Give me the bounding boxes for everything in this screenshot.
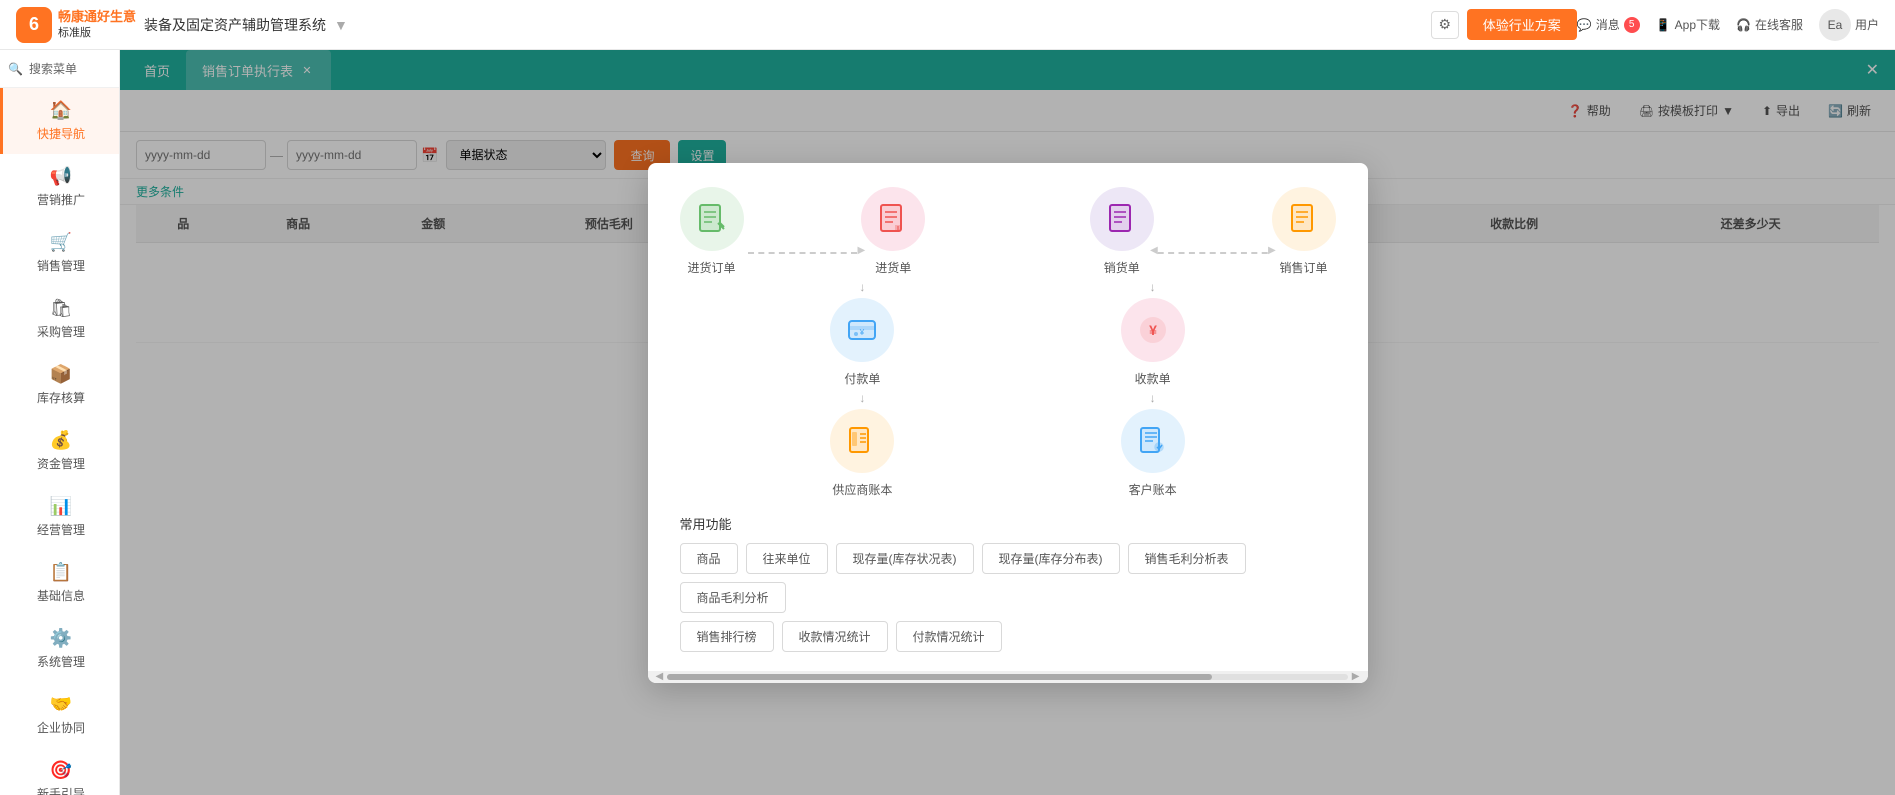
operation-icon: 📊 [50, 496, 72, 517]
flow-node-sales-order[interactable]: 销售订单 [1272, 187, 1336, 276]
sales-order-circle[interactable] [1272, 187, 1336, 251]
sales-icon: 🛒 [50, 232, 72, 253]
content-area: 首页 销售订单执行表 ✕ ✕ ❓ 帮助 🖨 按模板打印 ▼ ⬆ 导出 [120, 50, 1895, 795]
sidebar-item-system[interactable]: ⚙️ 系统管理 [0, 616, 119, 682]
flow-node-purchase-bill[interactable]: 进货单 [861, 187, 925, 276]
message-button[interactable]: 💬 消息 5 [1577, 16, 1640, 33]
payment-circle[interactable]: ¥ [830, 298, 894, 362]
svg-text:¥: ¥ [1149, 322, 1157, 338]
scroll-left-button[interactable]: ◀ [652, 671, 668, 682]
purchase-icon: 🛍 [50, 298, 73, 319]
sidebar-item-quick-nav[interactable]: 🏠 快捷导航 [0, 88, 119, 154]
sales-bill-circle[interactable] [1090, 187, 1154, 251]
func-btn-stock-dist[interactable]: 现存量(库存分布表) [982, 543, 1120, 574]
func-btn-counterpart[interactable]: 往来单位 [746, 543, 828, 574]
scrollbar-track[interactable] [667, 674, 1348, 680]
top-header: 6 畅康通好生意 标准版 装备及固定资产辅助管理系统 ▼ ⚙ 体验行业方案 💬 … [0, 0, 1895, 50]
scroll-right-button[interactable]: ▶ [1348, 671, 1364, 682]
download-icon: 📱 [1656, 18, 1671, 32]
arrow-down-payment: ↓ [830, 391, 894, 405]
func-btn-sales-profit[interactable]: 销售毛利分析表 [1128, 543, 1246, 574]
settings-button[interactable]: ⚙ [1431, 11, 1459, 39]
arrow-down-receipt: ↓ [1121, 391, 1185, 405]
search-icon: 🔍 [8, 62, 23, 76]
customer-ledger-circle[interactable] [1121, 409, 1185, 473]
overlay[interactable]: 进货订单 进货单 [120, 50, 1895, 795]
logo-area: 6 畅康通好生意 标准版 [16, 7, 136, 43]
message-badge: 5 [1624, 17, 1640, 33]
message-icon: 💬 [1577, 18, 1592, 32]
flow-node-sales-bill[interactable]: 销货单 [1090, 187, 1154, 276]
guide-modal-content: 进货订单 进货单 [648, 163, 1368, 671]
svg-text:¥: ¥ [859, 328, 865, 337]
func-btn-sales-ranking[interactable]: 销售排行榜 [680, 621, 774, 652]
flow-node-receipt[interactable]: ¥ 收款单 [1121, 298, 1185, 387]
modal-scrollbar: ◀ ▶ [648, 671, 1368, 683]
system-icon: ⚙️ [50, 628, 72, 649]
sidebar-item-inventory[interactable]: 📦 库存核算 [0, 352, 119, 418]
trial-button[interactable]: 体验行业方案 [1467, 9, 1577, 40]
flow-node-purchase-order[interactable]: 进货订单 [680, 187, 744, 276]
flow-node-supplier-ledger[interactable]: 供应商账本 [830, 409, 894, 498]
func-btn-receipt-stats[interactable]: 收款情况统计 [782, 621, 888, 652]
sidebar-item-enterprise[interactable]: 🤝 企业协同 [0, 682, 119, 748]
sidebar-item-marketing[interactable]: 📢 营销推广 [0, 154, 119, 220]
arrow-sales-order-to-bill [1158, 252, 1268, 254]
finance-icon: 💰 [50, 430, 72, 451]
arrow-purchase-order-to-bill [748, 252, 858, 254]
app-download-button[interactable]: 📱 App下载 [1656, 16, 1720, 33]
sidebar-item-newbie[interactable]: 🎯 新手引导 [0, 748, 119, 795]
arrow-down-purchase: ↓ [830, 280, 894, 294]
function-btns-row2: 销售排行榜 收款情况统计 付款情况统计 [680, 621, 1336, 652]
user-menu-button[interactable]: Ea 用户 [1819, 9, 1879, 41]
logo-text: 畅康通好生意 标准版 [58, 9, 136, 40]
func-btn-product-profit[interactable]: 商品毛利分析 [680, 582, 786, 613]
purchase-bill-circle[interactable] [861, 187, 925, 251]
avatar: Ea [1819, 9, 1851, 41]
enterprise-icon: 🤝 [50, 694, 72, 715]
func-btn-product[interactable]: 商品 [680, 543, 738, 574]
purchase-order-circle[interactable] [680, 187, 744, 251]
arrow-down-sales: ↓ [1121, 280, 1185, 294]
func-btn-stock-status[interactable]: 现存量(库存状况表) [836, 543, 974, 574]
main-layout: 🔍 搜索菜单 🏠 快捷导航 📢 营销推广 🛒 销售管理 🛍 采购管理 📦 库存核… [0, 50, 1895, 795]
sidebar-item-finance[interactable]: 💰 资金管理 [0, 418, 119, 484]
sidebar-item-sales[interactable]: 🛒 销售管理 [0, 220, 119, 286]
func-btn-payment-stats[interactable]: 付款情况统计 [896, 621, 1002, 652]
inventory-icon: 📦 [50, 364, 72, 385]
sidebar-item-operation[interactable]: 📊 经营管理 [0, 484, 119, 550]
sidebar: 🔍 搜索菜单 🏠 快捷导航 📢 营销推广 🛒 销售管理 🛍 采购管理 📦 库存核… [0, 50, 120, 795]
flow-node-payment[interactable]: ¥ 付款单 [830, 298, 894, 387]
guide-modal: 进货订单 进货单 [648, 163, 1368, 683]
newbie-icon: 🎯 [50, 760, 72, 781]
logo-icon: 6 [16, 7, 52, 43]
system-title: 装备及固定资产辅助管理系统 ▼ [144, 15, 1431, 35]
sidebar-item-basic[interactable]: 📋 基础信息 [0, 550, 119, 616]
marketing-icon: 📢 [50, 166, 72, 187]
receipt-circle[interactable]: ¥ [1121, 298, 1185, 362]
sidebar-item-purchase[interactable]: 🛍 采购管理 [0, 286, 119, 352]
header-right: 💬 消息 5 📱 App下载 🎧 在线客服 Ea 用户 [1577, 9, 1879, 41]
online-service-button[interactable]: 🎧 在线客服 [1736, 16, 1803, 33]
scrollbar-thumb[interactable] [667, 674, 1211, 680]
flow-node-customer-ledger[interactable]: 客户账本 [1121, 409, 1185, 498]
function-btns-row1: 商品 往来单位 现存量(库存状况表) 现存量(库存分布表) 销售毛利分析表 商品… [680, 543, 1336, 613]
common-functions-title: 常用功能 [680, 514, 1336, 533]
search-menu-button[interactable]: 🔍 搜索菜单 [0, 50, 119, 88]
home-icon: 🏠 [50, 100, 72, 121]
supplier-ledger-circle[interactable] [830, 409, 894, 473]
basic-icon: 📋 [50, 562, 72, 583]
dropdown-arrow-icon[interactable]: ▼ [334, 17, 348, 33]
common-functions: 常用功能 商品 往来单位 现存量(库存状况表) 现存量(库存分布表) 销售毛利分… [680, 514, 1336, 652]
service-icon: 🎧 [1736, 18, 1751, 32]
